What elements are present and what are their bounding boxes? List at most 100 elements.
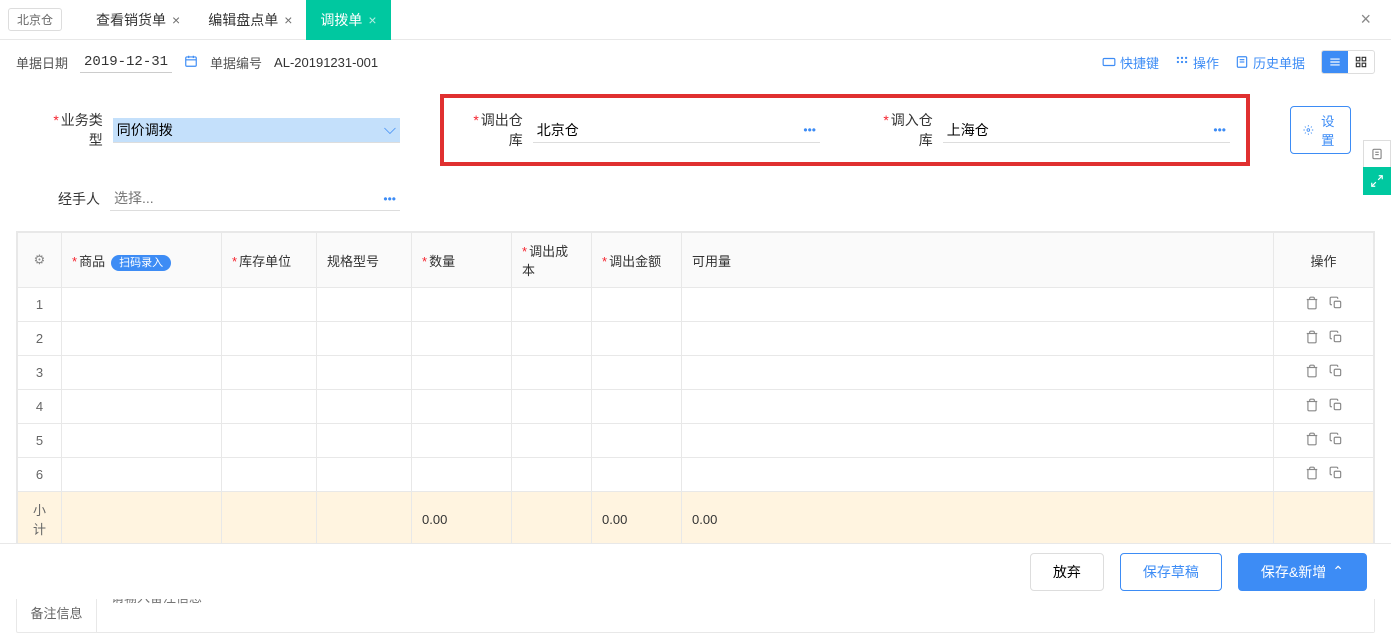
history-button[interactable]: 历史单据 <box>1235 53 1305 72</box>
table-row[interactable]: 6 <box>18 458 1374 492</box>
cell-spec[interactable] <box>317 390 412 424</box>
cell-product[interactable] <box>62 288 222 322</box>
cell-out-amount[interactable] <box>592 458 682 492</box>
date-value[interactable]: 2019-12-31 <box>80 52 172 73</box>
tab-transfer[interactable]: 调拨单 × <box>306 0 390 40</box>
cell-op <box>1274 356 1374 390</box>
cell-qty[interactable] <box>412 288 512 322</box>
cell-qty[interactable] <box>412 458 512 492</box>
cell-out-cost[interactable] <box>512 288 592 322</box>
cell-out-amount[interactable] <box>592 322 682 356</box>
subtotal-row: 小计 0.00 0.00 0.00 <box>18 492 1374 547</box>
row-number: 6 <box>18 458 62 492</box>
table-row[interactable]: 5 <box>18 424 1374 458</box>
table-row[interactable]: 3 <box>18 356 1374 390</box>
table-row[interactable]: 4 <box>18 390 1374 424</box>
calendar-icon[interactable] <box>184 54 198 71</box>
cell-unit[interactable] <box>222 424 317 458</box>
cell-spec[interactable] <box>317 424 412 458</box>
more-icon[interactable]: ••• <box>803 123 816 137</box>
delete-icon[interactable] <box>1305 398 1319 415</box>
cell-out-amount[interactable] <box>592 424 682 458</box>
cell-out-cost[interactable] <box>512 390 592 424</box>
cell-product[interactable] <box>62 322 222 356</box>
cell-product[interactable] <box>62 356 222 390</box>
cell-unit[interactable] <box>222 458 317 492</box>
cell-available[interactable] <box>682 458 1274 492</box>
cell-spec[interactable] <box>317 458 412 492</box>
side-expand-icon[interactable] <box>1363 167 1391 195</box>
copy-icon[interactable] <box>1329 296 1343 313</box>
cell-spec[interactable] <box>317 322 412 356</box>
in-wh-input[interactable] <box>943 118 1230 143</box>
more-icon[interactable]: ••• <box>1213 123 1226 137</box>
handler-input[interactable] <box>110 186 400 211</box>
operate-button[interactable]: 操作 <box>1175 53 1219 72</box>
scan-badge[interactable]: 扫码录入 <box>111 255 171 271</box>
table-row[interactable]: 1 <box>18 288 1374 322</box>
shortcuts-button[interactable]: 快捷键 <box>1102 53 1159 72</box>
cell-qty[interactable] <box>412 424 512 458</box>
cell-out-cost[interactable] <box>512 458 592 492</box>
cell-out-amount[interactable] <box>592 356 682 390</box>
settings-button[interactable]: 设置 <box>1290 106 1351 154</box>
close-panel-icon[interactable]: × <box>1348 9 1383 30</box>
cell-qty[interactable] <box>412 390 512 424</box>
cell-out-cost[interactable] <box>512 424 592 458</box>
close-icon[interactable]: × <box>172 12 180 28</box>
cell-out-amount[interactable] <box>592 390 682 424</box>
cell-available[interactable] <box>682 356 1274 390</box>
out-wh-input[interactable] <box>533 118 820 143</box>
cell-unit[interactable] <box>222 356 317 390</box>
cell-unit[interactable] <box>222 288 317 322</box>
tab-edit-inventory[interactable]: 编辑盘点单 × <box>194 0 306 40</box>
cell-product[interactable] <box>62 390 222 424</box>
save-new-button[interactable]: 保存&新增 ⌃ <box>1238 553 1367 591</box>
side-note-icon[interactable] <box>1363 140 1391 168</box>
delete-icon[interactable] <box>1305 432 1319 449</box>
discard-button[interactable]: 放弃 <box>1030 553 1104 591</box>
row-number: 4 <box>18 390 62 424</box>
gear-header[interactable]: ⚙ <box>18 233 62 288</box>
footer-bar: 放弃 保存草稿 保存&新增 ⌃ <box>0 543 1391 599</box>
table-row[interactable]: 2 <box>18 322 1374 356</box>
cell-out-cost[interactable] <box>512 322 592 356</box>
cell-available[interactable] <box>682 288 1274 322</box>
biz-type-input[interactable] <box>113 118 400 143</box>
top-bar: 北京仓 查看销货单 × 编辑盘点单 × 调拨单 × × <box>0 0 1391 40</box>
delete-icon[interactable] <box>1305 296 1319 313</box>
cell-available[interactable] <box>682 390 1274 424</box>
cell-product[interactable] <box>62 424 222 458</box>
chevron-down-icon[interactable]: ⌵ <box>384 121 396 139</box>
cell-out-cost[interactable] <box>512 356 592 390</box>
cell-available[interactable] <box>682 424 1274 458</box>
cell-product[interactable] <box>62 458 222 492</box>
cell-spec[interactable] <box>317 356 412 390</box>
close-icon[interactable]: × <box>284 12 292 28</box>
cell-unit[interactable] <box>222 390 317 424</box>
copy-icon[interactable] <box>1329 466 1343 483</box>
close-icon[interactable]: × <box>368 12 376 28</box>
cell-unit[interactable] <box>222 322 317 356</box>
delete-icon[interactable] <box>1305 364 1319 381</box>
tab-sales-view[interactable]: 查看销货单 × <box>82 0 194 40</box>
delete-icon[interactable] <box>1305 466 1319 483</box>
copy-icon[interactable] <box>1329 398 1343 415</box>
copy-icon[interactable] <box>1329 364 1343 381</box>
cell-spec[interactable] <box>317 288 412 322</box>
save-draft-button[interactable]: 保存草稿 <box>1120 553 1222 591</box>
cell-qty[interactable] <box>412 356 512 390</box>
view-grid-icon[interactable] <box>1348 51 1374 73</box>
copy-icon[interactable] <box>1329 432 1343 449</box>
product-header: *商品扫码录入 <box>62 233 222 288</box>
view-list-icon[interactable] <box>1322 51 1348 73</box>
warehouse-tag[interactable]: 北京仓 <box>8 8 62 31</box>
spec-header: 规格型号 <box>317 233 412 288</box>
cell-qty[interactable] <box>412 322 512 356</box>
copy-icon[interactable] <box>1329 330 1343 347</box>
form-row-1: *业务类型 ⌵ *调出仓库 ••• *调入仓库 ••• 设置 <box>0 84 1391 176</box>
more-icon[interactable]: ••• <box>383 192 396 206</box>
delete-icon[interactable] <box>1305 330 1319 347</box>
cell-available[interactable] <box>682 322 1274 356</box>
cell-out-amount[interactable] <box>592 288 682 322</box>
